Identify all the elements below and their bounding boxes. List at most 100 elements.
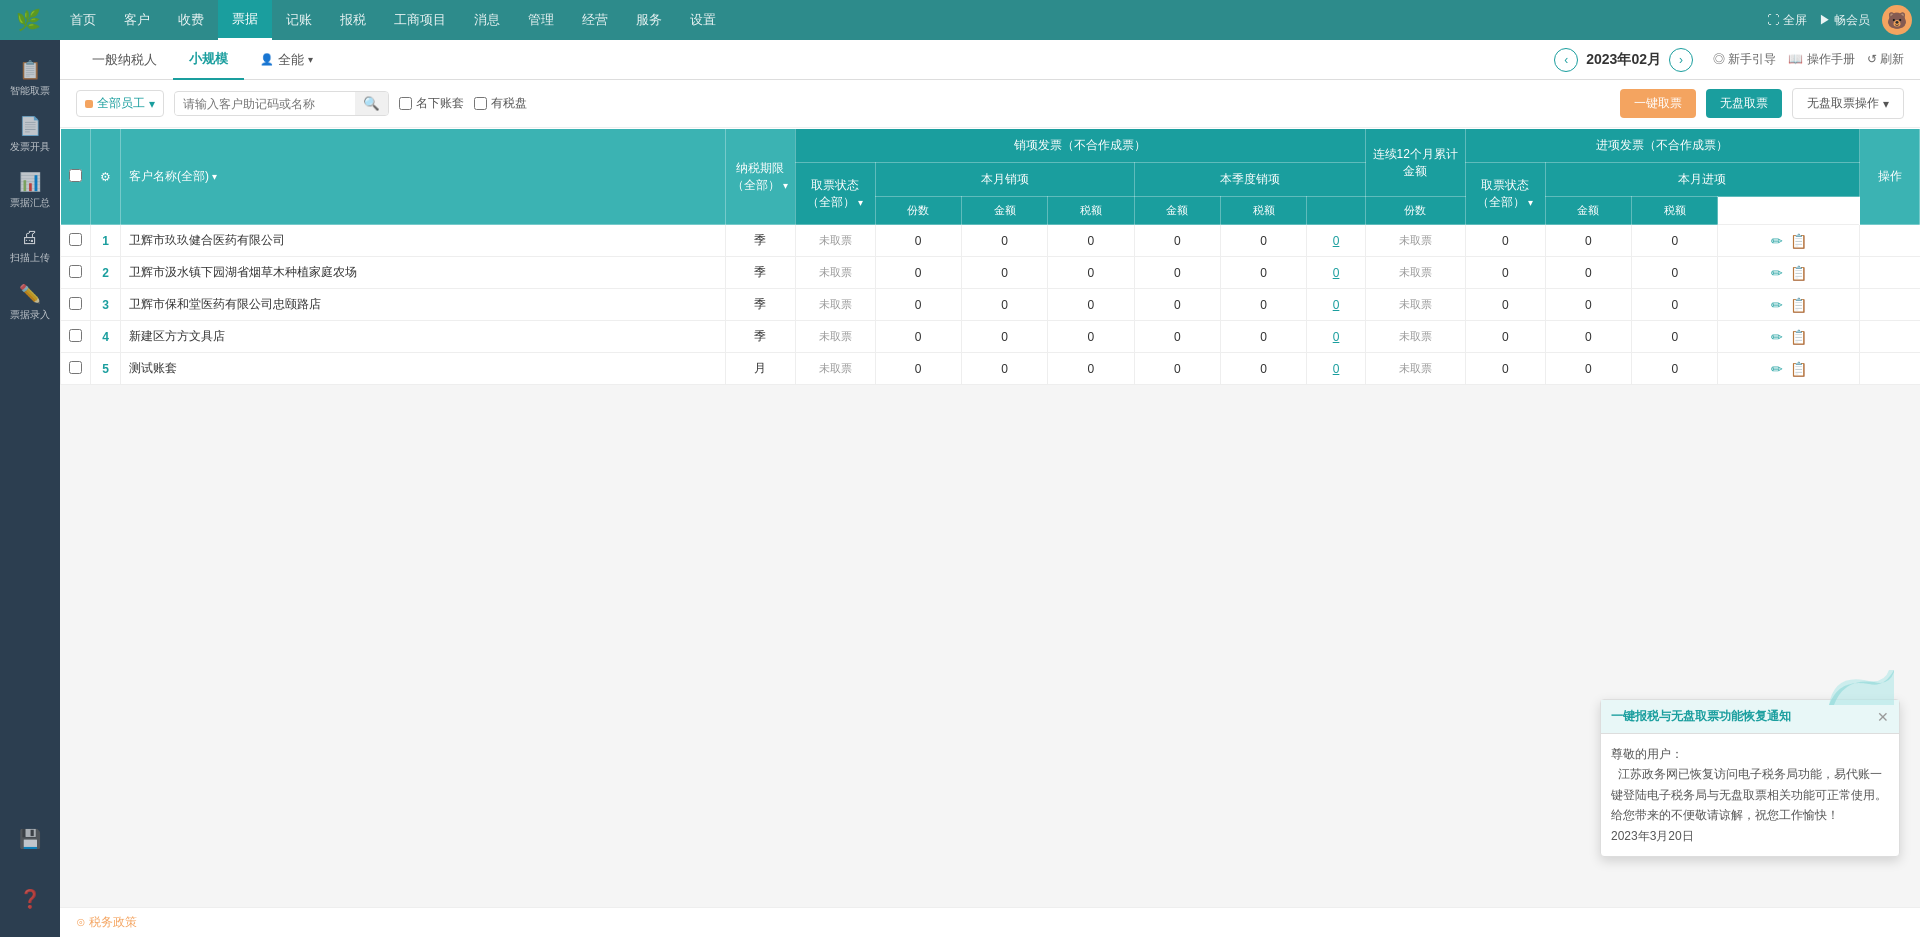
row-checkbox-cell[interactable] (61, 321, 91, 353)
tax-disk-checkbox[interactable] (474, 97, 487, 110)
nav-message[interactable]: 消息 (460, 0, 514, 40)
scan-upload-icon: 🖨 (21, 227, 39, 248)
fullscreen-button[interactable]: ⛶ 全屏 (1767, 12, 1806, 29)
row-checkbox[interactable] (69, 329, 82, 342)
filter-icon[interactable]: ▾ (858, 197, 863, 208)
table-row: 3 卫辉市保和堂医药有限公司忠颐路店 季 未取票 0 0 0 0 0 0 未取票… (61, 289, 1920, 321)
sidebar-item-download[interactable]: 💾 (0, 811, 60, 867)
row-purchase-month-tax: 0 (1632, 289, 1718, 321)
detail-icon[interactable]: 📋 (1790, 329, 1807, 345)
refresh-link[interactable]: ↺ 刷新 (1867, 51, 1904, 68)
nav-settings[interactable]: 设置 (676, 0, 730, 40)
sidebar-item-invoice-open[interactable]: 📄 发票开具 (0, 106, 60, 162)
sidebar-item-label: 票据汇总 (10, 196, 50, 210)
nav-service[interactable]: 服务 (622, 0, 676, 40)
sidebar-item-ticket-entry[interactable]: ✏️ 票据录入 (0, 274, 60, 330)
row-action-cell: ✏ 📋 (1718, 257, 1860, 289)
search-input[interactable] (175, 93, 355, 115)
row-checkbox[interactable] (69, 297, 82, 310)
detail-icon[interactable]: 📋 (1790, 361, 1807, 377)
nav-operation[interactable]: 经营 (568, 0, 622, 40)
row-sales-status: 未取票 (795, 321, 875, 353)
filter-icon[interactable]: ▾ (212, 171, 217, 182)
row-purchase-month-amount: 0 (1545, 353, 1631, 385)
row-purchase-month-amount: 0 (1545, 289, 1631, 321)
row-checkbox[interactable] (69, 233, 82, 246)
edit-icon[interactable]: ✏ (1771, 233, 1783, 249)
nav-menu: 首页 客户 收费 票据 记账 报税 工商项目 消息 管理 经营 服务 设置 (56, 0, 1767, 40)
tax-disk-filter[interactable]: 有税盘 (474, 95, 527, 112)
row-12months-amount: 0 (1307, 353, 1365, 385)
row-action-cell: ✏ 📋 (1718, 353, 1860, 385)
detail-icon[interactable]: 📋 (1790, 265, 1807, 281)
filter-icon[interactable]: ▾ (783, 180, 788, 191)
member-button[interactable]: ▶ 畅会员 (1819, 12, 1870, 29)
header-quarter-sales: 本季度销项 (1134, 163, 1365, 197)
chevron-down-icon: ▾ (1883, 97, 1889, 111)
sidebar-item-smart-fetch[interactable]: 📋 智能取票 (0, 50, 60, 106)
tab-small-scale[interactable]: 小规模 (173, 40, 244, 80)
sidebar-item-ticket-summary[interactable]: 📊 票据汇总 (0, 162, 60, 218)
tab-general-taxpayer[interactable]: 一般纳税人 (76, 40, 173, 80)
row-sales-quarter-amount: 0 (1134, 225, 1220, 257)
one-key-fetch-button[interactable]: 一键取票 (1620, 89, 1696, 118)
edit-icon[interactable]: ✏ (1771, 329, 1783, 345)
row-checkbox[interactable] (69, 361, 82, 374)
no-disk-ops-button[interactable]: 无盘取票操作 ▾ (1792, 88, 1904, 119)
new-guide-link[interactable]: ◎ 新手引导 (1713, 51, 1776, 68)
no-disk-fetch-button[interactable]: 无盘取票 (1706, 89, 1782, 118)
row-checkbox[interactable] (69, 265, 82, 278)
chevron-down-icon: ▾ (149, 97, 155, 111)
select-dot (85, 100, 93, 108)
filter-icon[interactable]: ▾ (1528, 197, 1533, 208)
search-button[interactable]: 🔍 (355, 92, 388, 115)
edit-icon[interactable]: ✏ (1771, 265, 1783, 281)
nav-business[interactable]: 工商项目 (380, 0, 460, 40)
nav-bookkeeping[interactable]: 记账 (272, 0, 326, 40)
sidebar-item-label: 智能取票 (10, 84, 50, 98)
tax-policy-link[interactable]: ⊙ 税务政策 (76, 914, 137, 931)
table-row: 2 卫辉市汲水镇下园湖省烟草木种植家庭农场 季 未取票 0 0 0 0 0 0 … (61, 257, 1920, 289)
nav-home[interactable]: 首页 (56, 0, 110, 40)
row-purchase-month-amount: 0 (1545, 321, 1631, 353)
sidebar-item-help[interactable]: ❓ (0, 871, 60, 927)
smart-fetch-icon: 📋 (19, 59, 41, 81)
row-sales-month-tax: 0 (1048, 289, 1134, 321)
person-icon: 👤 (260, 53, 274, 66)
nav-manage[interactable]: 管理 (514, 0, 568, 40)
detail-icon[interactable]: 📋 (1790, 297, 1807, 313)
employee-select[interactable]: 全部员工 ▾ (76, 90, 164, 117)
notification-title: 一键报税与无盘取票功能恢复通知 (1611, 708, 1791, 725)
search-box: 🔍 (174, 91, 389, 116)
edit-icon[interactable]: ✏ (1771, 361, 1783, 377)
sidebar: 📋 智能取票 📄 发票开具 📊 票据汇总 🖨 扫描上传 ✏️ 票据录入 💾 ❓ (0, 40, 60, 937)
row-checkbox-cell[interactable] (61, 225, 91, 257)
period-prev-button[interactable]: ‹ (1554, 48, 1578, 72)
period-next-button[interactable]: › (1669, 48, 1693, 72)
nav-customer[interactable]: 客户 (110, 0, 164, 40)
sidebar-item-scan-upload[interactable]: 🖨 扫描上传 (0, 218, 60, 274)
select-all-checkbox[interactable] (69, 169, 82, 182)
sub-account-checkbox[interactable] (399, 97, 412, 110)
settings-icon[interactable]: ⚙ (100, 170, 111, 184)
table-row: 4 新建区方方文具店 季 未取票 0 0 0 0 0 0 未取票 0 0 0 ✏… (61, 321, 1920, 353)
sub-account-filter[interactable]: 名下账套 (399, 95, 464, 112)
user-avatar[interactable]: 🐻 (1882, 5, 1912, 35)
row-checkbox-cell[interactable] (61, 289, 91, 321)
row-purchase-status: 未取票 (1365, 225, 1465, 257)
detail-icon[interactable]: 📋 (1790, 233, 1807, 249)
tab-all-capable[interactable]: 👤 全能 ▾ (244, 40, 329, 80)
row-purchase-month-tax: 0 (1632, 353, 1718, 385)
row-checkbox-cell[interactable] (61, 353, 91, 385)
top-navigation: 🌿 首页 客户 收费 票据 记账 报税 工商项目 消息 管理 经营 服务 设置 … (0, 0, 1920, 40)
tabs-row: 一般纳税人 小规模 👤 全能 ▾ ‹ 2023年02月 › ◎ 新手引导 📖 操… (60, 40, 1920, 80)
notification-close-button[interactable]: ✕ (1877, 709, 1889, 725)
header-sales-invoice: 销项发票（不合作成票） (795, 129, 1365, 163)
notification-popup: 一键报税与无盘取票功能恢复通知 ✕ 尊敬的用户： 江苏政务网已恢复访问电子税务局… (1600, 699, 1900, 857)
row-checkbox-cell[interactable] (61, 257, 91, 289)
nav-fee[interactable]: 收费 (164, 0, 218, 40)
nav-tax[interactable]: 报税 (326, 0, 380, 40)
manual-link[interactable]: 📖 操作手册 (1788, 51, 1854, 68)
nav-ticket[interactable]: 票据 (218, 0, 272, 40)
edit-icon[interactable]: ✏ (1771, 297, 1783, 313)
